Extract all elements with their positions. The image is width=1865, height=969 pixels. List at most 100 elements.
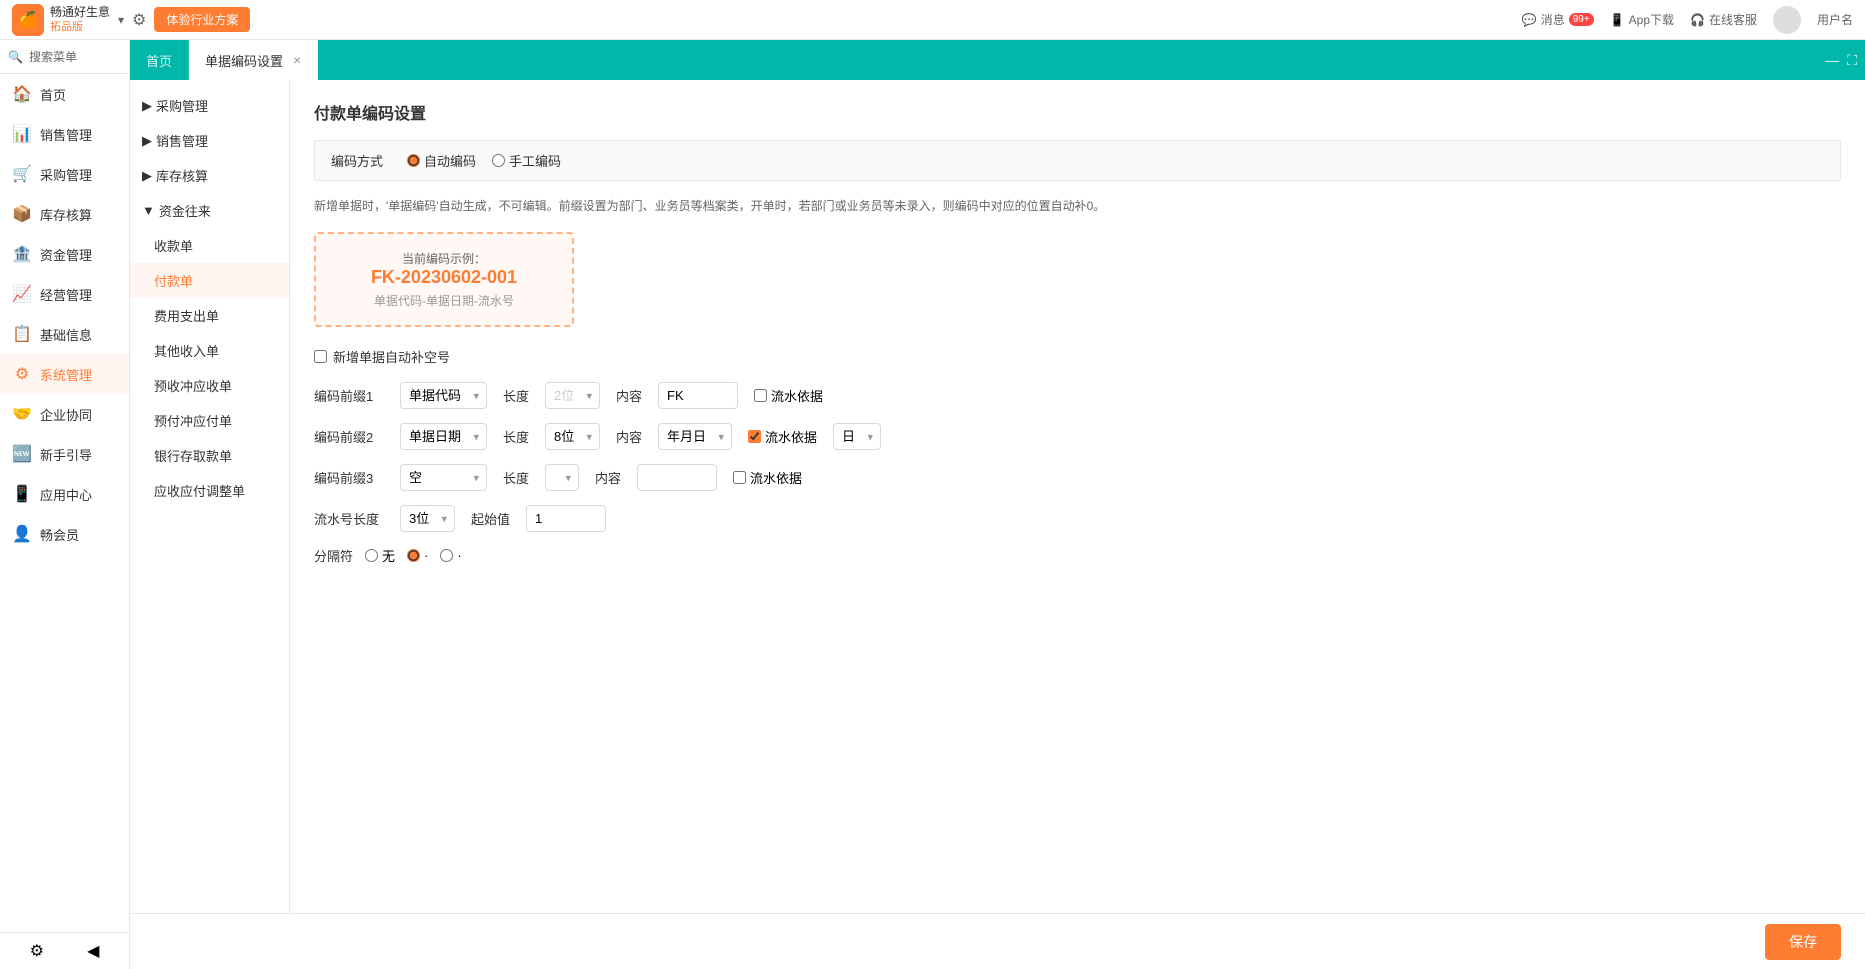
inventory-expand-icon: ▶	[142, 168, 152, 184]
length3-label: 长度	[503, 468, 529, 487]
config-row-2: 编码前缀2 单据代码 单据日期 空 部门 业务员 长度	[314, 423, 1841, 450]
sep-none-radio[interactable]: 无	[365, 546, 395, 565]
purchase-group-label: 采购管理	[156, 96, 208, 115]
top-bar-right: 💬 消息 99+ 📱 App下载 🎧 在线客服 用户名	[1522, 6, 1853, 34]
length3-select-wrapper	[545, 464, 579, 491]
content2-label: 内容	[616, 427, 642, 446]
sidebar-item-basic[interactable]: 📋 基础信息	[0, 314, 129, 354]
sidebar-item-home[interactable]: 🏠 首页	[0, 74, 129, 114]
auto-encode-label: 自动编码	[424, 151, 476, 170]
sep-dash-input[interactable]	[440, 549, 453, 562]
user-name: 用户名	[1817, 11, 1853, 28]
length1-select-wrapper: 2位 4位 6位	[545, 382, 600, 409]
auto-encode-input[interactable]	[407, 154, 420, 167]
content2-select[interactable]: 年月日 年月 年	[658, 423, 732, 450]
length2-select[interactable]: 8位 6位 4位	[545, 423, 600, 450]
sep-dash-radio[interactable]: ·	[440, 548, 461, 563]
sidebar-item-system[interactable]: ⚙ 系统管理	[0, 354, 129, 394]
sub-item-adjustment[interactable]: 应收应付调整单	[130, 473, 289, 508]
sidebar-collapse-btn[interactable]: ◀	[87, 941, 99, 961]
sidebar-settings-btn[interactable]: ⚙	[30, 941, 44, 961]
sub-item-prepay-pay[interactable]: 预付冲应付单	[130, 403, 289, 438]
service-icon: 🎧	[1690, 13, 1705, 27]
sub-group-sales-title[interactable]: ▶ 销售管理	[130, 123, 289, 158]
form-area: 付款单编码设置 编码方式 自动编码 手工编码	[290, 80, 1865, 913]
tab-home-label: 首页	[146, 51, 172, 70]
length2-label: 长度	[503, 427, 529, 446]
auto-encode-radio[interactable]: 自动编码	[407, 151, 476, 170]
finance-group-label: 资金往来	[159, 201, 211, 220]
sidebar-item-operations[interactable]: 📈 经营管理	[0, 274, 129, 314]
sub-group-inventory-title[interactable]: ▶ 库存核算	[130, 158, 289, 193]
content1-input[interactable]	[658, 382, 738, 409]
length2-select-wrapper: 8位 6位 4位	[545, 423, 600, 450]
content3-input[interactable]	[637, 464, 717, 491]
dropdown-button[interactable]: ▾	[118, 13, 124, 27]
trial-button[interactable]: 体验行业方案	[154, 7, 250, 32]
sep-none-input[interactable]	[365, 549, 378, 562]
sidebar-item-enterprise[interactable]: 🤝 企业协同	[0, 394, 129, 434]
sidebar-item-newguide[interactable]: 🆕 新手引导	[0, 434, 129, 474]
length3-select[interactable]	[545, 464, 579, 491]
start-value-label: 起始值	[471, 509, 510, 528]
tab-home[interactable]: 首页	[130, 40, 189, 80]
sidebar-label-finance: 资金管理	[40, 245, 92, 264]
sep-dot-input[interactable]	[407, 549, 420, 562]
tab-doc-encoding[interactable]: 单据编码设置 ×	[189, 40, 318, 80]
length1-select[interactable]: 2位 4位 6位	[545, 382, 600, 409]
serial3-label: 流水依据	[750, 468, 802, 487]
sidebar-item-purchase[interactable]: 🛒 采购管理	[0, 154, 129, 194]
search-label: 搜索菜单	[29, 48, 77, 65]
sidebar-search[interactable]: 🔍 搜索菜单	[0, 40, 129, 74]
sidebar-item-sales[interactable]: 📊 销售管理	[0, 114, 129, 154]
serial-length-select[interactable]: 3位 4位 5位 6位	[400, 505, 455, 532]
sub-item-payment[interactable]: 付款单	[130, 263, 289, 298]
prefix2-select[interactable]: 单据代码 单据日期 空 部门 业务员	[400, 423, 487, 450]
home-icon: 🏠	[12, 84, 32, 104]
form-card: 付款单编码设置 编码方式 自动编码 手工编码	[290, 80, 1865, 913]
separator-label: 分隔符	[314, 546, 353, 565]
serial-unit-select[interactable]: 日 月 年	[833, 423, 881, 450]
sidebar-item-apps[interactable]: 📱 应用中心	[0, 474, 129, 514]
sales-expand-icon: ▶	[142, 133, 152, 149]
message-item[interactable]: 💬 消息 99+	[1522, 11, 1594, 28]
config-row-1: 编码前缀1 单据代码 单据日期 空 部门 业务员 长度	[314, 382, 1841, 409]
sub-item-receipt[interactable]: 收款单	[130, 228, 289, 263]
auto-fill-checkbox[interactable]	[314, 350, 327, 363]
prefix1-select[interactable]: 单据代码 单据日期 空 部门 业务员	[400, 382, 487, 409]
sidebar-label-home: 首页	[40, 85, 66, 104]
radio-group: 自动编码 手工编码	[407, 151, 561, 170]
sidebar-item-member[interactable]: 👤 畅会员	[0, 514, 129, 554]
tab-bar-right: — ⛶	[1817, 40, 1865, 80]
sales-icon: 📊	[12, 124, 32, 144]
prefix3-select[interactable]: 单据代码 单据日期 空 部门 业务员	[400, 464, 487, 491]
start-value-input[interactable]	[526, 505, 606, 532]
manual-encode-radio[interactable]: 手工编码	[492, 151, 561, 170]
sep-dot-radio[interactable]: ·	[407, 548, 428, 563]
prefix1-select-wrapper: 单据代码 单据日期 空 部门 业务员	[400, 382, 487, 409]
sep-dot-label: ·	[424, 548, 428, 563]
sidebar-item-finance[interactable]: 🏦 资金管理	[0, 234, 129, 274]
sub-item-other-income[interactable]: 其他收入单	[130, 333, 289, 368]
minimize-icon[interactable]: —	[1825, 52, 1839, 68]
serial3-checkbox[interactable]	[733, 471, 746, 484]
brand: 🍊 畅通好生意 拓品版	[12, 4, 110, 36]
tab-doc-encoding-label: 单据编码设置	[205, 51, 283, 70]
online-service-item[interactable]: 🎧 在线客服	[1690, 11, 1757, 28]
save-button[interactable]: 保存	[1765, 924, 1841, 960]
tab-close-icon[interactable]: ×	[293, 52, 301, 68]
sub-item-prepay-recv[interactable]: 预收冲应收单	[130, 368, 289, 403]
sub-group-finance-title[interactable]: ▼ 资金往来	[130, 193, 289, 228]
sub-item-bank[interactable]: 银行存取款单	[130, 438, 289, 473]
sidebar-item-inventory[interactable]: 📦 库存核算	[0, 194, 129, 234]
serial-unit-select-wrapper: 日 月 年	[833, 423, 881, 450]
manual-encode-input[interactable]	[492, 154, 505, 167]
sub-group-purchase-title[interactable]: ▶ 采购管理	[130, 88, 289, 123]
sub-item-expense[interactable]: 费用支出单	[130, 298, 289, 333]
newguide-icon: 🆕	[12, 444, 32, 464]
expand-icon[interactable]: ⛶	[1847, 52, 1857, 69]
gear-button[interactable]: ⚙	[132, 10, 146, 30]
serial2-checkbox[interactable]	[748, 430, 761, 443]
serial1-checkbox[interactable]	[754, 389, 767, 402]
app-download-item[interactable]: 📱 App下载	[1610, 11, 1674, 28]
